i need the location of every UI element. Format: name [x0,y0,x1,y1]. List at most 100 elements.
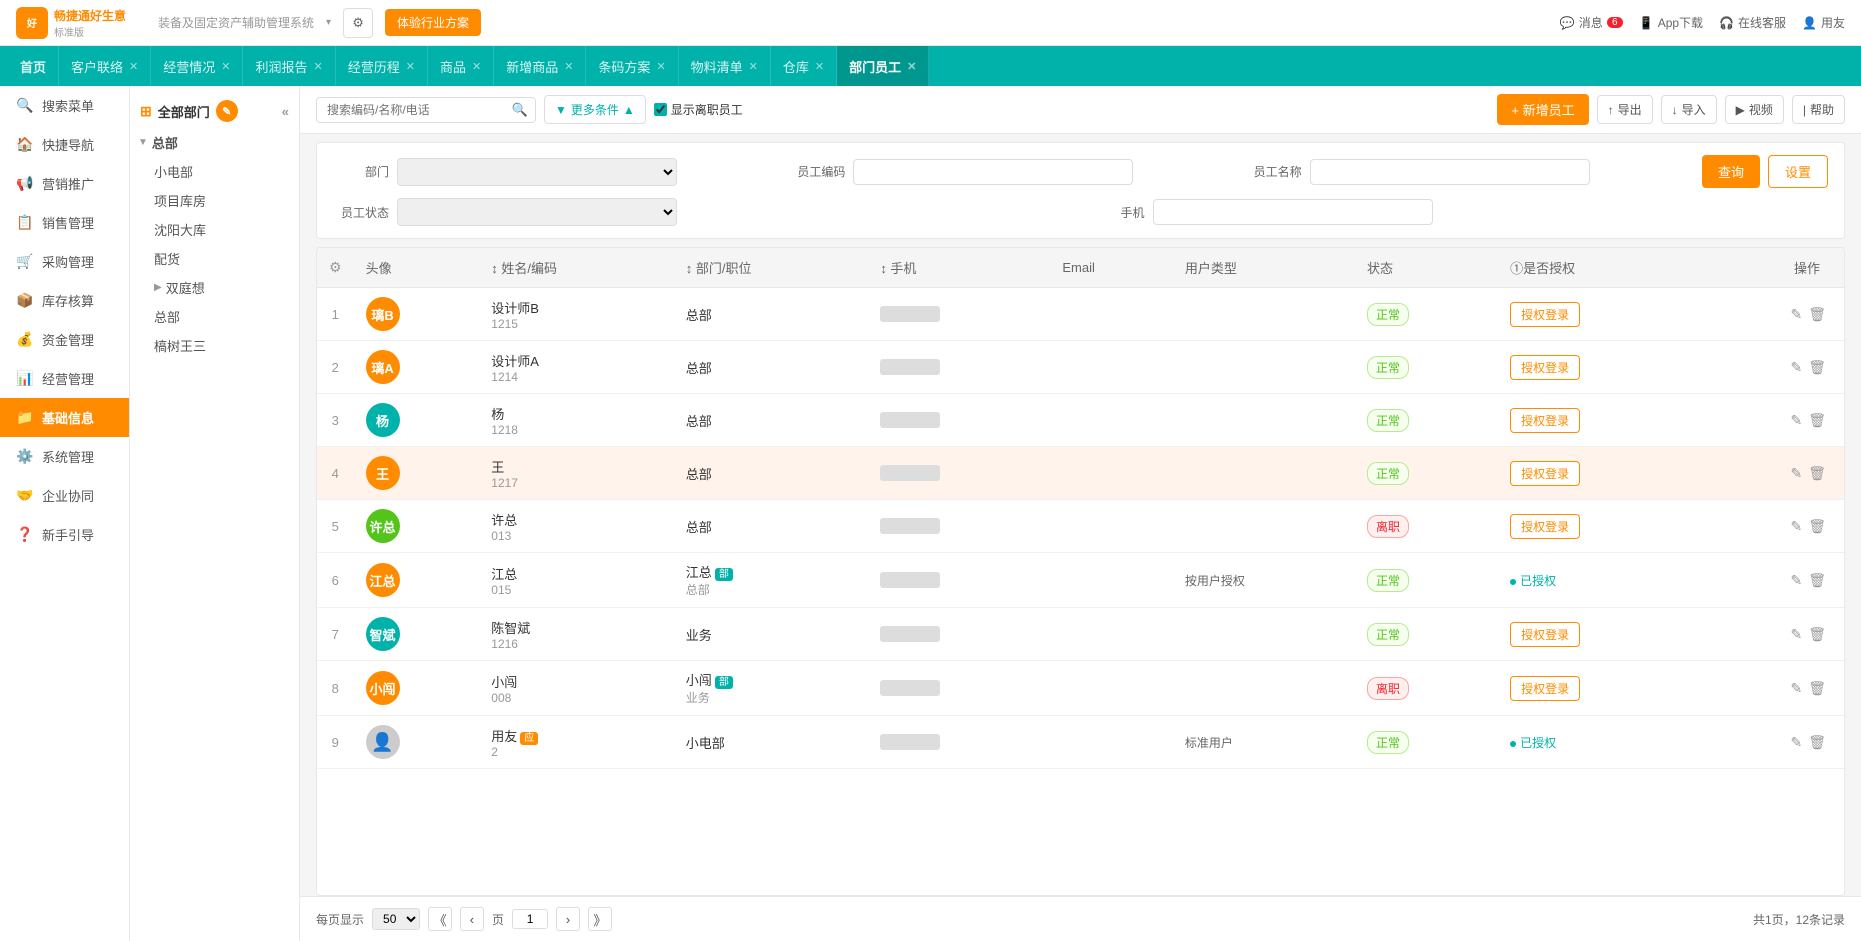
trial-button[interactable]: 体验行业方案 [385,9,481,36]
auth-button[interactable]: 授权登录 [1510,355,1580,380]
tree-node-zongbu[interactable]: 总部 [130,302,299,331]
online-service-button[interactable]: 🎧 在线客服 [1719,14,1786,31]
close-icon[interactable]: ✕ [314,60,323,73]
sidebar-item-marketing[interactable]: 📢 营销推广 [0,164,129,203]
system-title-arrow[interactable]: ▾ [326,17,331,28]
close-icon[interactable]: ✕ [564,60,573,73]
close-icon[interactable]: ✕ [749,60,758,73]
auth-button[interactable]: 授权登录 [1510,514,1580,539]
tab-barcode[interactable]: 条码方案 ✕ [586,46,678,86]
export-button[interactable]: ↑ 导出 [1597,95,1653,124]
sidebar-item-finance[interactable]: 💰 资金管理 [0,320,129,359]
emp-code-input[interactable] [853,159,1133,185]
settings-button[interactable]: ⚙ [343,8,373,38]
tree-collapse-button[interactable]: « [282,104,289,119]
last-page-button[interactable]: 》 [588,907,612,931]
auth-button[interactable]: 授权登录 [1510,302,1580,327]
auth-button[interactable]: 授权登录 [1510,676,1580,701]
delete-button[interactable]: 🗑 [1808,412,1826,428]
add-employee-button[interactable]: + 新增员工 [1497,94,1588,125]
page-size-select[interactable]: 50 [372,908,420,930]
show-dimission-checkbox[interactable] [654,103,667,116]
tab-journey[interactable]: 经营历程 ✕ [336,46,428,86]
sidebar-item-enterprise[interactable]: 🤝 企业协同 [0,476,129,515]
close-icon[interactable]: ✕ [656,60,665,73]
first-page-button[interactable]: 《 [428,907,452,931]
th-settings[interactable]: ⚙ [317,248,354,288]
delete-button[interactable]: 🗑 [1808,572,1826,588]
sidebar-item-system[interactable]: ⚙️ 系统管理 [0,437,129,476]
tab-goods[interactable]: 商品 ✕ [428,46,494,86]
sidebar-item-sales[interactable]: 📋 销售管理 [0,203,129,242]
tree-node-peihuo[interactable]: 配货 [130,244,299,273]
tree-edit-button[interactable]: ✎ [216,100,238,122]
delete-button[interactable]: 🗑 [1808,465,1826,481]
th-name[interactable]: ↕ 姓名/编码 [479,248,674,288]
dept-select[interactable] [397,158,677,186]
search-input[interactable] [316,97,536,123]
help-button[interactable]: | 帮助 [1792,95,1845,124]
edit-button[interactable]: ✎ [1790,518,1802,534]
import-button[interactable]: ↓ 导入 [1661,95,1717,124]
query-button[interactable]: 查询 [1702,155,1760,188]
tree-node-xiaodibu[interactable]: 小电部 [130,157,299,186]
app-download-button[interactable]: 📱 App下载 [1639,14,1703,31]
page-input[interactable] [512,909,548,929]
tab-home[interactable]: 首页 [8,46,59,86]
tree-node-shuangtingxiang[interactable]: ▶ 双庭想 [130,273,299,302]
edit-button[interactable]: ✎ [1790,359,1802,375]
edit-button[interactable]: ✎ [1790,465,1802,481]
tab-profit[interactable]: 利润报告 ✕ [243,46,335,86]
close-icon[interactable]: ✕ [406,60,415,73]
tree-node-root[interactable]: ▼ 总部 [130,128,299,157]
col-settings-icon[interactable]: ⚙ [329,259,342,275]
tree-node-shenyang[interactable]: 沈阳大库 [130,215,299,244]
tab-operations[interactable]: 经营情况 ✕ [151,46,243,86]
auth-button[interactable]: 授权登录 [1510,408,1580,433]
tree-node-project[interactable]: 项目库房 [130,186,299,215]
edit-button[interactable]: ✎ [1790,626,1802,642]
delete-button[interactable]: 🗑 [1808,306,1826,322]
edit-button[interactable]: ✎ [1790,572,1802,588]
edit-button[interactable]: ✎ [1790,412,1802,428]
delete-button[interactable]: 🗑 [1808,734,1826,750]
th-dept[interactable]: ↕ 部门/职位 [674,248,869,288]
delete-button[interactable]: 🗑 [1808,680,1826,696]
edit-button[interactable]: ✎ [1790,734,1802,750]
delete-button[interactable]: 🗑 [1808,359,1826,375]
tab-bom[interactable]: 物料清单 ✕ [679,46,771,86]
phone-input[interactable] [1153,199,1433,225]
delete-button[interactable]: 🗑 [1808,518,1826,534]
sidebar-item-inventory[interactable]: 📦 库存核算 [0,281,129,320]
tab-department[interactable]: 部门员工 ✕ [837,46,929,86]
tab-warehouse[interactable]: 仓库 ✕ [771,46,837,86]
sidebar-item-guide[interactable]: ❓ 新手引导 [0,515,129,554]
sidebar-item-operations[interactable]: 📊 经营管理 [0,359,129,398]
auth-button[interactable]: 授权登录 [1510,461,1580,486]
prev-page-button[interactable]: ‹ [460,907,484,931]
emp-name-input[interactable] [1310,159,1590,185]
close-icon[interactable]: ✕ [472,60,481,73]
tree-node-gaoshuwang[interactable]: 槁树王三 [130,331,299,360]
close-icon[interactable]: ✕ [907,60,916,73]
view-button[interactable]: ▶ 视频 [1725,95,1784,124]
delete-button[interactable]: 🗑 [1808,626,1826,642]
auth-button[interactable]: 授权登录 [1510,622,1580,647]
tab-customer[interactable]: 客户联络 ✕ [59,46,151,86]
edit-button[interactable]: ✎ [1790,306,1802,322]
emp-status-select[interactable] [397,198,677,226]
close-icon[interactable]: ✕ [221,60,230,73]
tab-new-goods[interactable]: 新增商品 ✕ [494,46,586,86]
close-icon[interactable]: ✕ [129,60,138,73]
next-page-button[interactable]: › [556,907,580,931]
sidebar-item-search[interactable]: 🔍 搜索菜单 [0,86,129,125]
sidebar-item-basicinfo[interactable]: 📁 基础信息 [0,398,129,437]
sidebar-item-quicknav[interactable]: 🏠 快捷导航 [0,125,129,164]
user-button[interactable]: 👤 用友 [1802,14,1845,31]
more-conditions-button[interactable]: ▼ 更多条件 ▲ [544,95,646,124]
th-phone[interactable]: ↕ 手机 [868,248,1050,288]
edit-button[interactable]: ✎ [1790,680,1802,696]
message-button[interactable]: 💬 消息 6 [1560,14,1623,31]
set-button[interactable]: 设置 [1768,155,1828,188]
close-icon[interactable]: ✕ [815,60,824,73]
